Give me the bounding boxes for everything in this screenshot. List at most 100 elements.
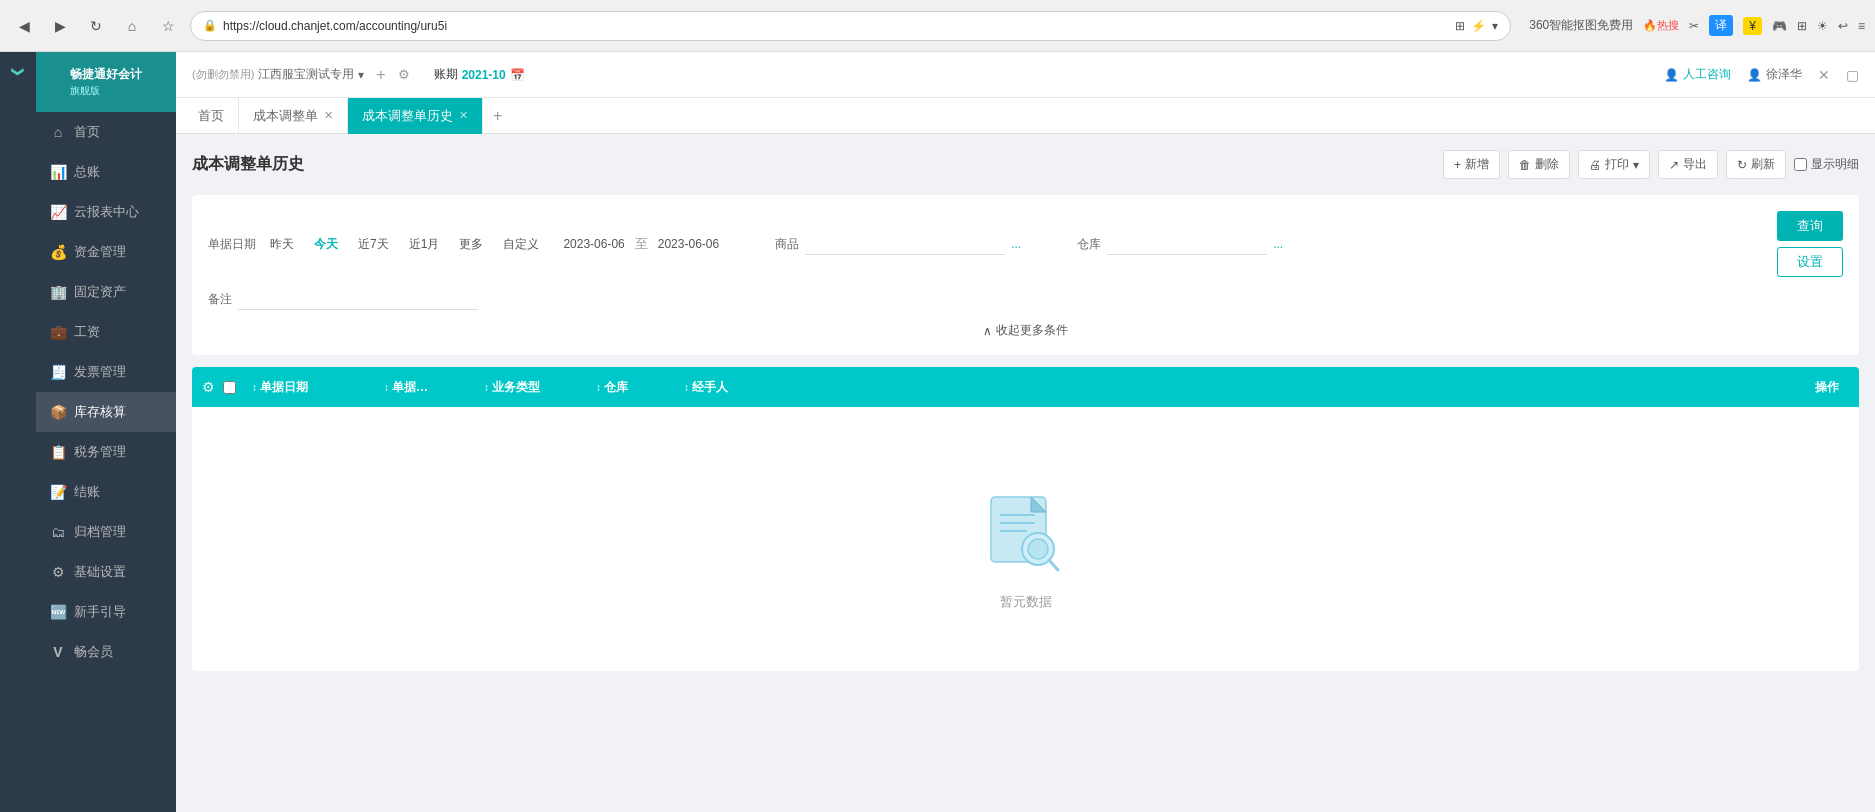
new-button[interactable]: + 新增 — [1443, 150, 1500, 179]
back-button[interactable]: ◀ — [10, 12, 38, 40]
col-header-warehouse[interactable]: ↕ 仓库 — [588, 379, 636, 396]
sidebar-item-reports[interactable]: 📈 云报表中心 — [36, 192, 176, 232]
star-button[interactable]: ☆ — [154, 12, 182, 40]
preset-1month[interactable]: 近1月 — [401, 233, 448, 256]
service-label: 人工咨询 — [1683, 66, 1731, 83]
preset-7days[interactable]: 近7天 — [350, 233, 397, 256]
closing-icon: 📝 — [50, 484, 66, 500]
sidebar-item-ledger[interactable]: 📊 总账 — [36, 152, 176, 192]
customer-service-btn[interactable]: 👤 人工咨询 — [1664, 66, 1731, 83]
sidebar-item-inventory[interactable]: 📦 库存核算 — [36, 392, 176, 432]
refresh-button[interactable]: ↻ 刷新 — [1726, 150, 1786, 179]
inventory-icon: 📦 — [50, 404, 66, 420]
grid-tool[interactable]: ⊞ — [1797, 19, 1807, 33]
wallet-tool[interactable]: ¥ — [1743, 17, 1762, 35]
logo-text-line2: 旗舰版 — [70, 84, 142, 98]
remark-input[interactable] — [238, 289, 478, 310]
preset-more[interactable]: 更多 — [451, 233, 491, 256]
sidebar-item-funds[interactable]: 💰 资金管理 — [36, 232, 176, 272]
brightness-tool[interactable]: ☀ — [1817, 19, 1828, 33]
date-to: 2023-06-06 — [658, 237, 719, 251]
tab-cost-adjust-history-close[interactable]: ✕ — [459, 109, 468, 122]
tax-icon: 📋 — [50, 444, 66, 460]
logo-text-line1: 畅捷通好会计 — [70, 66, 142, 83]
sidebar-label-invoice: 发票管理 — [74, 363, 126, 381]
preset-custom[interactable]: 自定义 — [495, 233, 547, 256]
forward-button[interactable]: ▶ — [46, 12, 74, 40]
sort-up-icon-4: ↕ — [596, 382, 601, 393]
warehouse-input[interactable] — [1107, 234, 1267, 255]
display-detail-toggle[interactable]: 显示明细 — [1794, 156, 1859, 173]
col-header-date[interactable]: ↕ 单据日期 — [244, 379, 316, 396]
menu-tool[interactable]: ≡ — [1858, 19, 1865, 33]
sort-up-icon-3: ↕ — [484, 382, 489, 393]
search-360-label: 360智能抠图免费用 — [1529, 17, 1633, 34]
remark-label: 备注 — [208, 291, 232, 308]
translate-tool[interactable]: 译 — [1709, 15, 1733, 36]
company-selector[interactable]: (勿删勿禁用) 江西服宝测试专用 ▾ — [192, 66, 364, 83]
preset-yesterday[interactable]: 昨天 — [262, 233, 302, 256]
export-button[interactable]: ↗ 导出 — [1658, 150, 1718, 179]
setting-button[interactable]: 设置 — [1777, 247, 1843, 277]
window-minimize-icon[interactable]: ▢ — [1846, 67, 1859, 83]
tab-cost-adjust-close[interactable]: ✕ — [324, 109, 333, 122]
assets-icon: 🏢 — [50, 284, 66, 300]
table-gear-icon[interactable]: ⚙ — [202, 379, 215, 395]
scissors-tool[interactable]: ✂ — [1689, 19, 1699, 33]
top-add-button[interactable]: + — [372, 66, 389, 84]
empty-text: 暂元数据 — [1000, 593, 1052, 611]
main-sidebar: 畅捷通好会计 旗舰版 ⌂ 首页 📊 总账 📈 云报表中心 💰 资金管理 � — [36, 52, 176, 812]
user-info[interactable]: 👤 徐泽华 — [1747, 66, 1802, 83]
undo-tool[interactable]: ↩ — [1838, 19, 1848, 33]
tab-cost-adjust-history-label: 成本调整单历史 — [362, 107, 453, 125]
col-header-action: 操作 — [1815, 379, 1849, 396]
tab-cost-adjust[interactable]: 成本调整单 ✕ — [239, 98, 348, 134]
nav-menu: ⌂ 首页 📊 总账 📈 云报表中心 💰 资金管理 🏢 固定资产 💼 工资 — [36, 112, 176, 812]
settings-icon: ⚙ — [50, 564, 66, 580]
goods-input[interactable] — [805, 234, 1005, 255]
tab-cost-adjust-label: 成本调整单 — [253, 107, 318, 125]
icon-sidebar-item-1[interactable]: ❯ — [2, 56, 34, 88]
sidebar-item-assets[interactable]: 🏢 固定资产 — [36, 272, 176, 312]
col-header-handler[interactable]: ↕ 经手人 — [676, 379, 736, 396]
sidebar-item-tax[interactable]: 📋 税务管理 — [36, 432, 176, 472]
filter-row-1: 单据日期 昨天 今天 近7天 近1月 更多 自定义 2023-06-06 至 — [208, 211, 1843, 277]
new-icon: + — [1454, 158, 1461, 172]
col-header-biztype[interactable]: ↕ 业务类型 — [476, 379, 548, 396]
sidebar-label-settings: 基础设置 — [74, 563, 126, 581]
url-bar[interactable]: 🔒 https://cloud.chanjet.com/accounting/u… — [190, 11, 1511, 41]
game-tool[interactable]: 🎮 — [1772, 19, 1787, 33]
sidebar-label-archive: 归档管理 — [74, 523, 126, 541]
sidebar-item-closing[interactable]: 📝 结账 — [36, 472, 176, 512]
home-button[interactable]: ⌂ — [118, 12, 146, 40]
page-header: 成本调整单历史 + 新增 🗑 删除 🖨 打印 ▾ — [192, 150, 1859, 179]
tab-cost-adjust-history[interactable]: 成本调整单历史 ✕ — [348, 98, 483, 134]
table-select-all-checkbox[interactable] — [223, 381, 236, 394]
sidebar-item-guide[interactable]: 🆕 新手引导 — [36, 592, 176, 632]
tab-home[interactable]: 首页 — [184, 98, 239, 134]
preset-today[interactable]: 今天 — [306, 233, 346, 256]
warehouse-more-btn[interactable]: ... — [1273, 237, 1283, 251]
tab-add-button[interactable]: + — [483, 107, 512, 125]
refresh-button[interactable]: ↻ — [82, 12, 110, 40]
sidebar-item-archive[interactable]: 🗂 归档管理 — [36, 512, 176, 552]
col-header-doc[interactable]: ↕ 单据… — [376, 379, 436, 396]
svg-point-8 — [1028, 539, 1048, 559]
sidebar-item-home[interactable]: ⌂ 首页 — [36, 112, 176, 152]
sidebar-item-invoice[interactable]: 🧾 发票管理 — [36, 352, 176, 392]
sidebar-item-settings[interactable]: ⚙ 基础设置 — [36, 552, 176, 592]
sidebar-item-payroll[interactable]: 💼 工资 — [36, 312, 176, 352]
query-button[interactable]: 查询 — [1777, 211, 1843, 241]
print-button[interactable]: 🖨 打印 ▾ — [1578, 150, 1650, 179]
delete-button[interactable]: 🗑 删除 — [1508, 150, 1570, 179]
collapse-btn[interactable]: ∧ 收起更多条件 — [983, 322, 1068, 339]
sidebar-item-vip[interactable]: V 畅会员 — [36, 632, 176, 672]
new-label: 新增 — [1465, 156, 1489, 173]
goods-more-btn[interactable]: ... — [1011, 237, 1021, 251]
window-close-icon[interactable]: ✕ — [1818, 67, 1830, 83]
warehouse-filter: 仓库 ... — [1077, 234, 1283, 255]
display-detail-checkbox[interactable] — [1794, 158, 1807, 171]
top-settings-icon[interactable]: ⚙ — [398, 67, 410, 82]
calendar-icon[interactable]: 📅 — [510, 68, 525, 82]
empty-state: 暂元数据 — [192, 407, 1859, 671]
